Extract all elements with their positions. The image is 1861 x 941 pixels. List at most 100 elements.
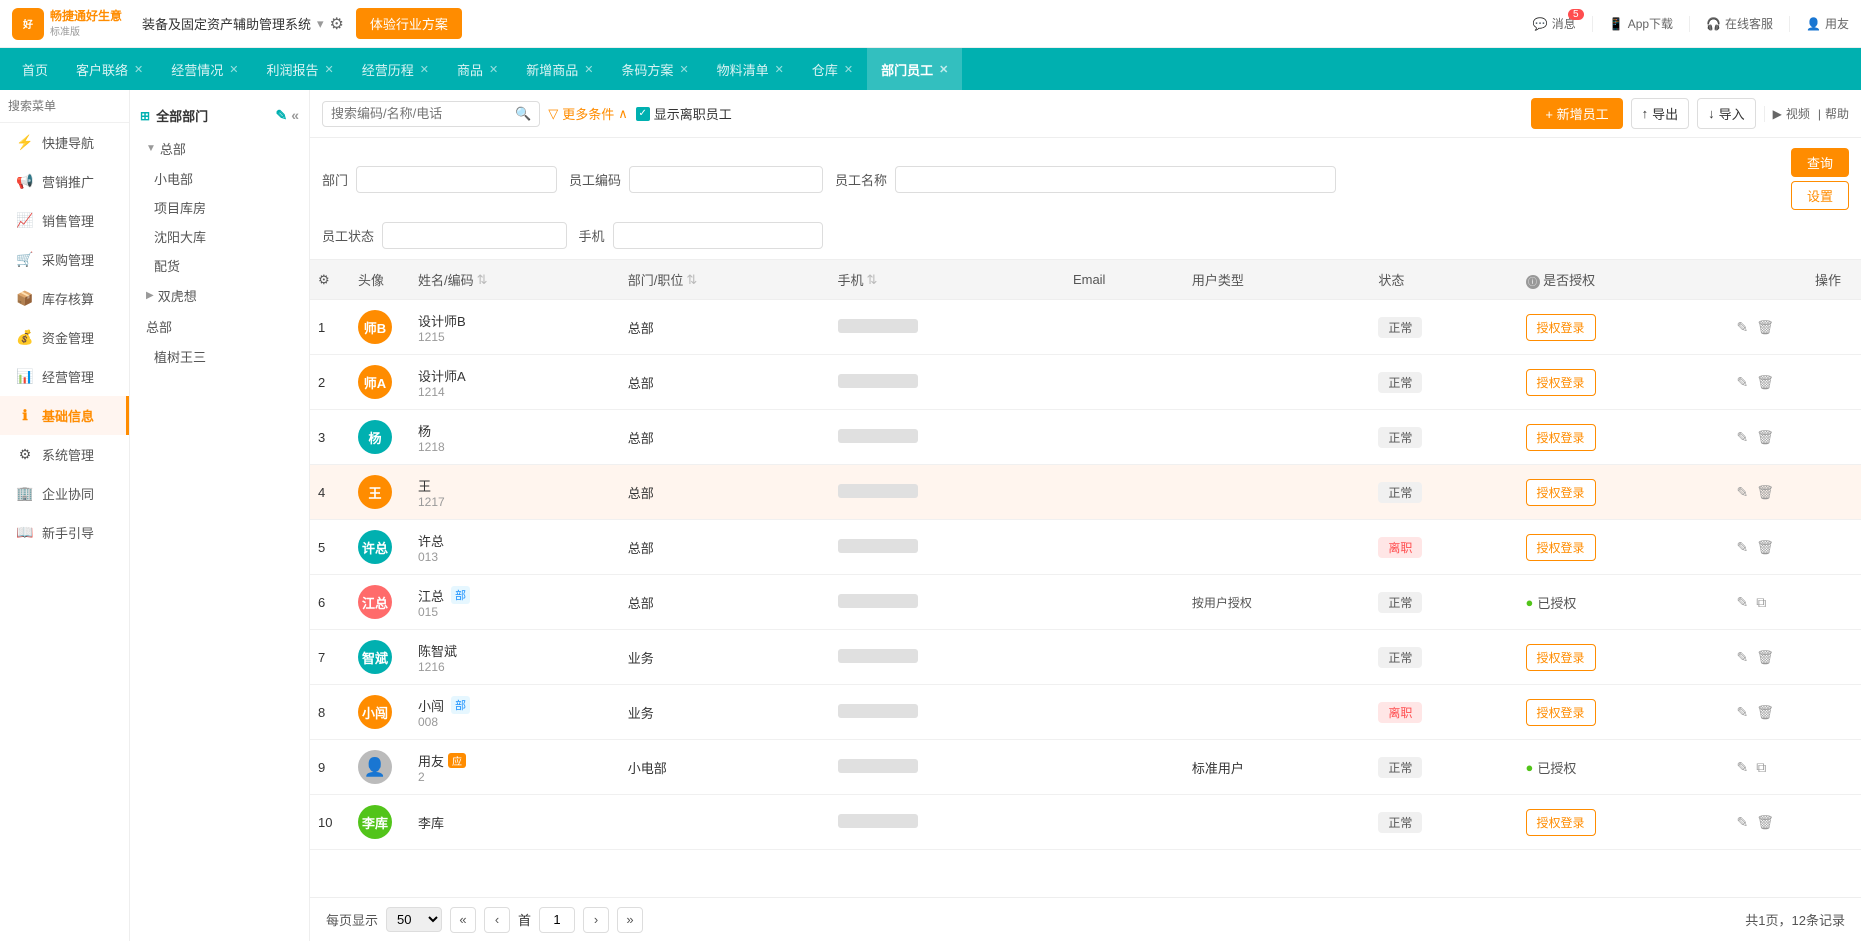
message-btn[interactable]: 💬 消息 5	[1533, 15, 1576, 32]
edit-icon[interactable]: ✎	[1736, 704, 1748, 721]
auth-login-btn[interactable]: 授权登录	[1526, 424, 1596, 451]
copy-icon[interactable]: ⧉	[1756, 594, 1766, 611]
tab-customer[interactable]: 客户联络 ✕	[62, 48, 157, 90]
sidebar-item-marketing[interactable]: 📢 营销推广	[0, 162, 129, 201]
next-page-btn[interactable]: ›	[583, 907, 609, 933]
auth-login-btn[interactable]: 授权登录	[1526, 699, 1596, 726]
edit-icon[interactable]: ✎	[1736, 649, 1748, 666]
dept-tree-item-zongbu[interactable]: ▼ 总部	[130, 133, 309, 164]
import-button[interactable]: ↓ 导入	[1697, 98, 1756, 129]
tab-warehouse[interactable]: 仓库 ✕	[798, 48, 867, 90]
add-employee-button[interactable]: + 新增员工	[1531, 98, 1622, 129]
delete-icon[interactable]: 🗑	[1756, 429, 1774, 446]
edit-icon[interactable]: ✎	[1736, 539, 1748, 556]
edit-icon[interactable]: ✎	[1736, 759, 1748, 776]
close-icon[interactable]: ✕	[939, 63, 948, 76]
last-page-btn[interactable]: »	[617, 907, 643, 933]
sidebar-item-system[interactable]: ⚙ 系统管理	[0, 435, 129, 474]
dept-tree-child-project[interactable]: 项目库房	[130, 193, 309, 222]
tab-barcode[interactable]: 条码方案 ✕	[607, 48, 702, 90]
tab-operation[interactable]: 经营情况 ✕	[157, 48, 252, 90]
trial-button[interactable]: 体验行业方案	[356, 8, 462, 39]
user-btn[interactable]: 👤 用友	[1806, 15, 1849, 32]
tab-profit[interactable]: 利润报告 ✕	[252, 48, 347, 90]
tab-new-goods[interactable]: 新增商品 ✕	[512, 48, 607, 90]
close-icon[interactable]: ✕	[844, 63, 853, 76]
show-resign-toggle[interactable]: ✓ 显示离职员工	[636, 104, 732, 123]
delete-icon[interactable]: 🗑	[1756, 484, 1774, 501]
close-icon[interactable]: ✕	[420, 63, 429, 76]
video-btn[interactable]: ▶ 视频	[1773, 105, 1810, 122]
dept-tree-item-shuanghu[interactable]: ▶ 双虎想	[130, 280, 309, 311]
tab-dept-employee[interactable]: 部门员工 ✕	[867, 48, 962, 90]
search-input[interactable]	[331, 106, 511, 121]
auth-login-btn[interactable]: 授权登录	[1526, 479, 1596, 506]
sidebar-item-quick-nav[interactable]: ⚡ 快捷导航	[0, 123, 129, 162]
delete-icon[interactable]: 🗑	[1756, 319, 1774, 336]
app-download-btn[interactable]: 📱 App下载	[1609, 15, 1673, 32]
dept-edit-icon[interactable]: ✎	[275, 107, 287, 124]
tab-home[interactable]: 首页	[8, 48, 62, 90]
set-button[interactable]: 设置	[1791, 181, 1849, 210]
close-icon[interactable]: ✕	[325, 63, 334, 76]
phone-input[interactable]	[613, 222, 823, 249]
emp-name-input[interactable]	[895, 166, 1336, 193]
copy-icon[interactable]: ⧉	[1756, 759, 1766, 776]
tab-goods[interactable]: 商品 ✕	[443, 48, 512, 90]
edit-icon[interactable]: ✎	[1736, 319, 1748, 336]
dept-tree-child-xiaodian[interactable]: 小电部	[130, 164, 309, 193]
tab-process[interactable]: 经营历程 ✕	[348, 48, 443, 90]
more-filter-btn[interactable]: ▽ 更多条件 ∧	[548, 104, 628, 123]
close-icon[interactable]: ✕	[775, 63, 784, 76]
col-phone[interactable]: 手机 ⇅	[830, 260, 1065, 300]
sidebar-item-sales[interactable]: 📈 销售管理	[0, 201, 129, 240]
edit-icon[interactable]: ✎	[1736, 814, 1748, 831]
close-icon[interactable]: ✕	[489, 63, 498, 76]
close-icon[interactable]: ✕	[679, 63, 688, 76]
col-dept[interactable]: 部门/职位 ⇅	[620, 260, 830, 300]
search-button[interactable]: 查询	[1791, 148, 1849, 177]
current-page-input[interactable]	[539, 907, 575, 933]
auth-login-btn[interactable]: 授权登录	[1526, 314, 1596, 341]
dept-tree-child-peihuo[interactable]: 配货	[130, 251, 309, 280]
sidebar-item-finance[interactable]: 💰 资金管理	[0, 318, 129, 357]
system-title-dropdown-icon[interactable]: ▾	[317, 16, 324, 32]
sidebar-item-guide[interactable]: 📖 新手引导	[0, 513, 129, 552]
tab-bom[interactable]: 物料清单 ✕	[703, 48, 798, 90]
auth-login-btn[interactable]: 授权登录	[1526, 644, 1596, 671]
col-settings[interactable]: ⚙	[310, 260, 350, 300]
sidebar-item-basic[interactable]: ℹ 基础信息	[0, 396, 129, 435]
sidebar-item-enterprise[interactable]: 🏢 企业协同	[0, 474, 129, 513]
edit-icon[interactable]: ✎	[1736, 374, 1748, 391]
delete-icon[interactable]: 🗑	[1756, 374, 1774, 391]
delete-icon[interactable]: 🗑	[1756, 814, 1774, 831]
first-page-btn[interactable]: «	[450, 907, 476, 933]
delete-icon[interactable]: 🗑	[1756, 704, 1774, 721]
dept-tree-child-shenyang[interactable]: 沈阳大库	[130, 222, 309, 251]
dept-collapse-icon[interactable]: «	[291, 107, 299, 124]
prev-page-btn[interactable]: ‹	[484, 907, 510, 933]
auth-login-btn[interactable]: 授权登录	[1526, 369, 1596, 396]
online-service-btn[interactable]: 🎧 在线客服	[1706, 15, 1773, 32]
delete-icon[interactable]: 🗑	[1756, 539, 1774, 556]
close-icon[interactable]: ✕	[584, 63, 593, 76]
edit-icon[interactable]: ✎	[1736, 594, 1748, 611]
edit-icon[interactable]: ✎	[1736, 429, 1748, 446]
close-icon[interactable]: ✕	[134, 63, 143, 76]
dept-tree-child-zhishu[interactable]: 植树王三	[130, 342, 309, 371]
sidebar-item-operation[interactable]: 📊 经营管理	[0, 357, 129, 396]
emp-code-input[interactable]	[629, 166, 823, 193]
per-page-select[interactable]: 50 100	[386, 907, 442, 932]
gear-icon[interactable]: ⚙	[330, 14, 344, 34]
close-icon[interactable]: ✕	[229, 63, 238, 76]
sidebar-item-purchase[interactable]: 🛒 采购管理	[0, 240, 129, 279]
sidebar-item-inventory[interactable]: 📦 库存核算	[0, 279, 129, 318]
auth-login-btn[interactable]: 授权登录	[1526, 534, 1596, 561]
col-name[interactable]: 姓名/编码 ⇅	[410, 260, 620, 300]
help-btn[interactable]: | 帮助	[1818, 105, 1849, 122]
delete-icon[interactable]: 🗑	[1756, 649, 1774, 666]
export-button[interactable]: ↑ 导出	[1631, 98, 1690, 129]
dept-filter-select[interactable]	[356, 166, 557, 193]
edit-icon[interactable]: ✎	[1736, 484, 1748, 501]
auth-login-btn[interactable]: 授权登录	[1526, 809, 1596, 836]
